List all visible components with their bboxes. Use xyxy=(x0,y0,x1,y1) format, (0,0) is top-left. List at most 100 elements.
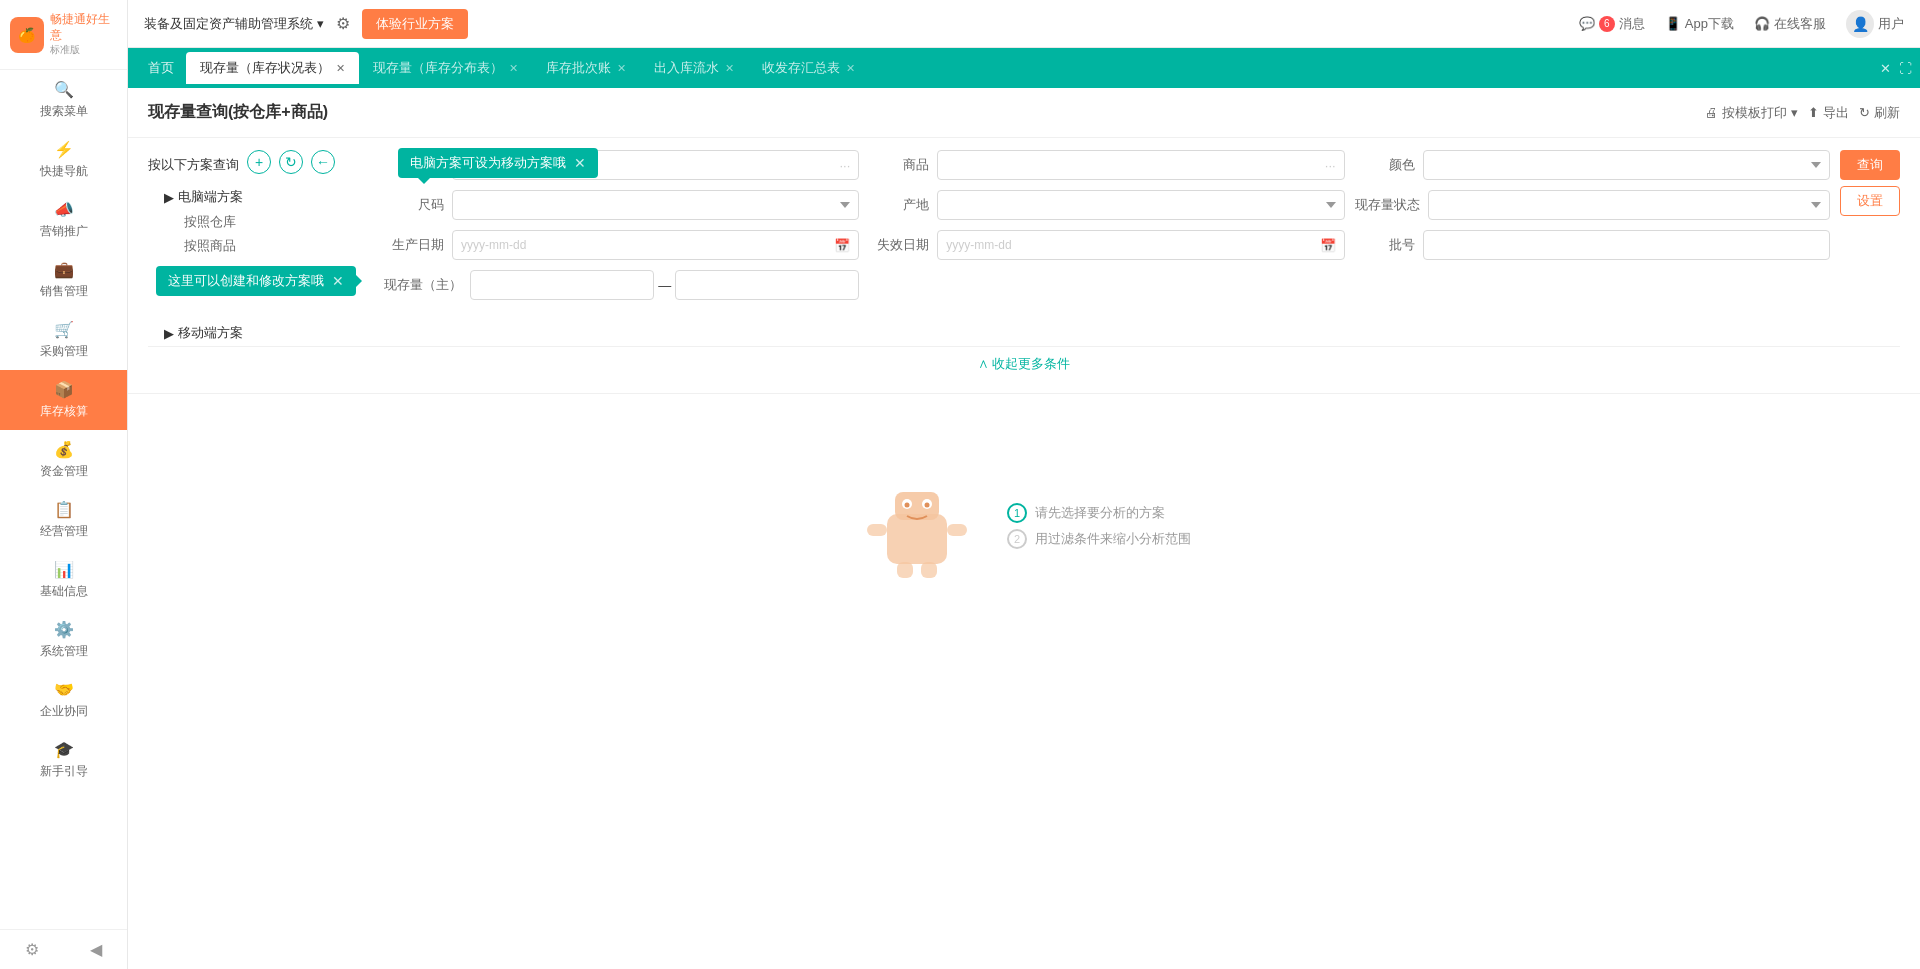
tab-inventory-status-label: 现存量（库存状况表） xyxy=(200,59,330,77)
nav-label-enterprise: 企业协同 xyxy=(40,703,88,720)
tab-summary[interactable]: 收发存汇总表 ✕ xyxy=(748,52,869,84)
sidebar-footer: ⚙ ◀ xyxy=(0,929,127,969)
topbar-settings-icon[interactable]: ⚙ xyxy=(336,14,350,33)
app-download-label: App下载 xyxy=(1685,15,1734,33)
nav-icon-finance: 💰 xyxy=(54,440,74,459)
empty-content: 1 请先选择要分析的方案 2 用过滤条件来缩小分析范围 xyxy=(857,474,1191,584)
tab-inventory-status-close[interactable]: ✕ xyxy=(336,62,345,75)
reset-button[interactable]: 设置 xyxy=(1840,186,1900,216)
schema-desktop-group[interactable]: ▶ 电脑端方案 xyxy=(156,184,368,210)
print-btn[interactable]: 🖨 按模板打印 ▾ xyxy=(1705,104,1798,122)
goods-input[interactable]: ··· xyxy=(937,150,1344,180)
page-title: 现存量查询(按仓库+商品) xyxy=(148,102,328,123)
schema-child-goods[interactable]: 按照商品 xyxy=(176,234,368,258)
export-btn[interactable]: ⬆ 导出 xyxy=(1808,104,1849,122)
origin-select[interactable] xyxy=(937,190,1344,220)
size-select[interactable] xyxy=(452,190,859,220)
svg-rect-0 xyxy=(887,514,947,564)
nav-label-marketing: 营销推广 xyxy=(40,223,88,240)
add-tooltip: 电脑方案可设为移动方案哦 ✕ xyxy=(398,148,598,178)
stock-main-label: 现存量（主） xyxy=(384,276,462,294)
tab-inventory-status[interactable]: 现存量（库存状况表） ✕ xyxy=(186,52,359,84)
sidebar-settings-btn[interactable]: ⚙ xyxy=(25,940,39,959)
produce-date-input[interactable]: yyyy-mm-dd 📅 xyxy=(452,230,859,260)
solution-button[interactable]: 体验行业方案 xyxy=(362,9,468,39)
tab-summary-close[interactable]: ✕ xyxy=(846,62,855,75)
sidebar-item-marketing[interactable]: 📣 营销推广 xyxy=(0,190,127,250)
stock-main-input-to[interactable] xyxy=(675,270,859,300)
sidebar-item-system[interactable]: ⚙️ 系统管理 xyxy=(0,610,127,670)
schema-edit-tooltip: 这里可以创建和修改方案哦 ✕ xyxy=(156,266,356,296)
sidebar-item-finance[interactable]: 💰 资金管理 xyxy=(0,430,127,490)
origin-label: 产地 xyxy=(869,196,929,214)
schema-add-btn[interactable]: + xyxy=(247,150,271,174)
tab-batch[interactable]: 库存批次账 ✕ xyxy=(532,52,640,84)
color-select[interactable] xyxy=(1423,150,1830,180)
stock-main-separator: — xyxy=(658,278,671,293)
topbar-support[interactable]: 🎧 在线客服 xyxy=(1754,15,1826,33)
query-btn-group: 查询 设置 xyxy=(1840,150,1900,216)
tab-inventory-dist-close[interactable]: ✕ xyxy=(509,62,518,75)
filter-row-1: 仓库 ··· 商品 ··· xyxy=(384,150,1830,180)
filter-label-row: 按以下方案查询 + ↻ ← xyxy=(148,150,368,174)
refresh-btn[interactable]: ↻ 刷新 xyxy=(1859,104,1900,122)
collapse-bar[interactable]: ∧ 收起更多条件 xyxy=(148,346,1900,381)
topbar-messages[interactable]: 💬 6 消息 xyxy=(1579,15,1645,33)
topbar-app-download[interactable]: 📱 App下载 xyxy=(1665,15,1734,33)
support-label: 在线客服 xyxy=(1774,15,1826,33)
sidebar-item-guide[interactable]: 🎓 新手引导 xyxy=(0,730,127,790)
sidebar-item-basic[interactable]: 📊 基础信息 xyxy=(0,550,127,610)
stock-status-select[interactable] xyxy=(1428,190,1830,220)
filter-label: 按以下方案查询 xyxy=(148,150,239,174)
sidebar-item-search[interactable]: 🔍 搜索菜单 xyxy=(0,70,127,130)
schema-mobile-label: 移动端方案 xyxy=(178,324,243,342)
stock-status-label: 现存量状态 xyxy=(1355,196,1420,214)
sidebar-item-enterprise[interactable]: 🤝 企业协同 xyxy=(0,670,127,730)
sidebar: 🍊 畅捷通好生意 标准版 🔍 搜索菜单 ⚡ 快捷导航 📣 营销推广 💼 销售管理… xyxy=(0,0,128,969)
schema-mobile-group[interactable]: ▶ 移动端方案 xyxy=(156,320,368,346)
collapse-label: 收起更多条件 xyxy=(992,356,1070,371)
sidebar-item-sales[interactable]: 💼 销售管理 xyxy=(0,250,127,310)
sidebar-item-quicknav[interactable]: ⚡ 快捷导航 xyxy=(0,130,127,190)
size-label: 尺码 xyxy=(384,196,444,214)
color-label: 颜色 xyxy=(1355,156,1415,174)
message-badge: 6 xyxy=(1599,16,1615,32)
sidebar-item-purchase[interactable]: 🛒 采购管理 xyxy=(0,310,127,370)
user-label: 用户 xyxy=(1878,15,1904,33)
tab-flow[interactable]: 出入库流水 ✕ xyxy=(640,52,748,84)
topbar-user[interactable]: 👤 用户 xyxy=(1846,10,1904,38)
tab-inventory-dist[interactable]: 现存量（库存分布表） ✕ xyxy=(359,52,532,84)
tab-flow-close[interactable]: ✕ xyxy=(725,62,734,75)
sidebar-item-inventory[interactable]: 📦 库存核算 xyxy=(0,370,127,430)
topbar-left: 装备及固定资产辅助管理系统 ▾ ⚙ 体验行业方案 xyxy=(144,9,468,39)
tabbar: 首页 现存量（库存状况表） ✕ 现存量（库存分布表） ✕ 库存批次账 ✕ 出入库… xyxy=(128,48,1920,88)
headset-icon: 🎧 xyxy=(1754,16,1770,31)
tab-batch-close[interactable]: ✕ xyxy=(617,62,626,75)
empty-step-2: 2 用过滤条件来缩小分析范围 xyxy=(1007,529,1191,549)
tab-home[interactable]: 首页 xyxy=(136,59,186,77)
tab-flow-label: 出入库流水 xyxy=(654,59,719,77)
query-button[interactable]: 查询 xyxy=(1840,150,1900,180)
logo-icon: 🍊 xyxy=(10,17,44,53)
empty-steps-list: 1 请先选择要分析的方案 2 用过滤条件来缩小分析范围 xyxy=(1007,503,1191,555)
stock-main-range: — xyxy=(470,270,859,300)
tabbar-close-all[interactable]: ✕ xyxy=(1880,61,1891,76)
topbar: 装备及固定资产辅助管理系统 ▾ ⚙ 体验行业方案 💬 6 消息 📱 App下载 … xyxy=(128,0,1920,48)
schema-back-btn[interactable]: ← xyxy=(311,150,335,174)
batch-input[interactable] xyxy=(1423,230,1830,260)
expire-date-input[interactable]: yyyy-mm-dd 📅 xyxy=(937,230,1344,260)
expire-date-placeholder: yyyy-mm-dd xyxy=(946,238,1011,252)
schema-refresh-btn[interactable]: ↻ xyxy=(279,150,303,174)
refresh-label: 刷新 xyxy=(1874,104,1900,122)
sidebar-item-operations[interactable]: 📋 经营管理 xyxy=(0,490,127,550)
schema-child-warehouse[interactable]: 按照仓库 xyxy=(176,210,368,234)
stock-main-input-from[interactable] xyxy=(470,270,654,300)
schema-edit-tooltip-close[interactable]: ✕ xyxy=(332,273,344,289)
nav-icon-guide: 🎓 xyxy=(54,740,74,759)
sidebar-collapse-btn[interactable]: ◀ xyxy=(90,940,102,959)
add-tooltip-close[interactable]: ✕ xyxy=(574,155,586,171)
system-selector[interactable]: 装备及固定资产辅助管理系统 ▾ xyxy=(144,15,324,33)
tabbar-maximize[interactable]: ⛶ xyxy=(1899,61,1912,76)
message-label: 消息 xyxy=(1619,15,1645,33)
svg-point-5 xyxy=(925,503,930,508)
